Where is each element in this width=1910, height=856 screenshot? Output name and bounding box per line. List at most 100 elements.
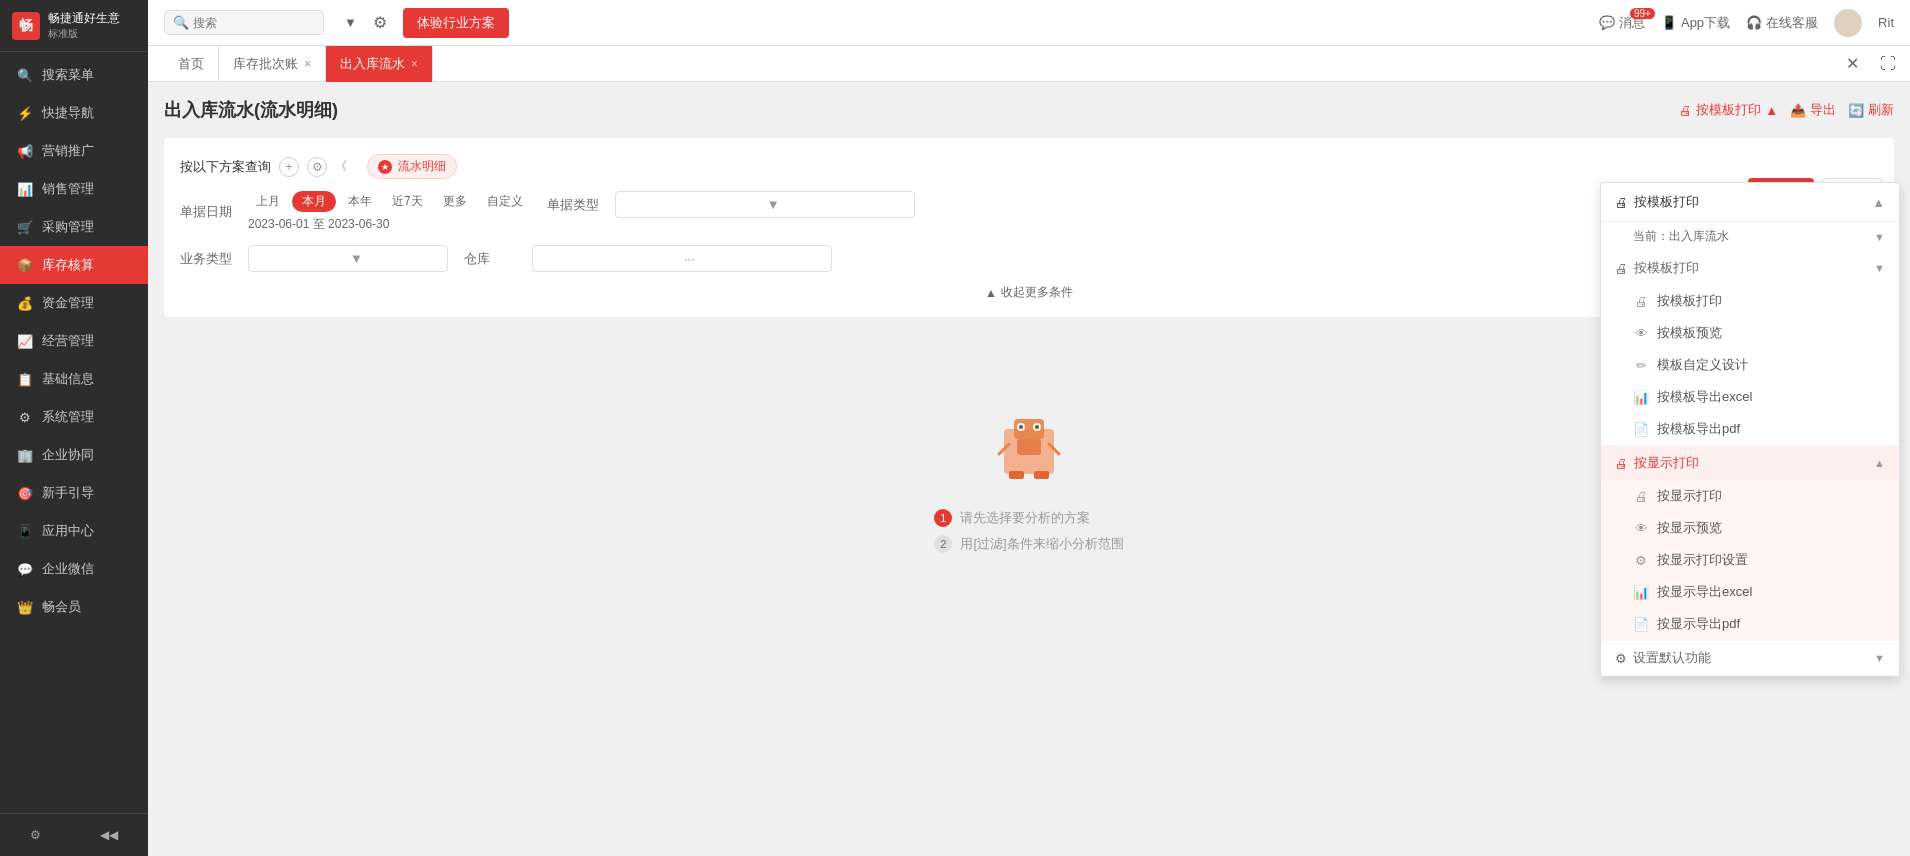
date-btn-last-month[interactable]: 上月 [248,191,288,212]
display-preview-item[interactable]: 👁 按显示预览 [1601,512,1899,544]
display-export-pdf-item[interactable]: 📄 按显示导出pdf [1601,608,1899,640]
print-dropdown-panel: 🖨 按模板打印 ▲ 当前：出入库流水 ▼ 🖨 按模板打印 [1600,182,1900,677]
filter-warehouse-select[interactable]: ··· [532,245,832,272]
display-print-item[interactable]: 🖨 按显示打印 [1601,480,1899,512]
sidebar-label-purchase: 采购管理 [42,218,94,236]
dropdown-panel-close-arrow[interactable]: ▲ [1872,195,1885,210]
filter-doctype-select[interactable]: ▼ [615,191,915,218]
filter-settings-btn[interactable]: ⚙ [307,157,327,177]
filter-add-btn[interactable]: + [279,157,299,177]
msg-badge: 99+ [1630,8,1655,19]
print-btn[interactable]: 🖨 按模板打印 ▲ [1679,101,1778,119]
template-print-section-header[interactable]: 🖨 按模板打印 ▼ [1601,251,1899,285]
display-print-icon: 🖨 [1615,456,1628,471]
dropdown-current-item[interactable]: 当前：出入库流水 ▼ [1601,222,1899,251]
refresh-btn[interactable]: 🔄 刷新 [1848,101,1894,119]
search-dropdown-icon[interactable]: ▼ [344,15,357,30]
sidebar-item-marketing[interactable]: 📢营销推广 [0,132,148,170]
logo-text: 畅捷通好生意 标准版 [48,10,120,41]
date-btn-custom[interactable]: 自定义 [479,191,531,212]
sidebar-item-member[interactable]: 👑畅会员 [0,588,148,626]
sidebar-item-wechat[interactable]: 💬企业微信 [0,550,148,588]
filter-collapse-icon[interactable]: 《 [335,158,347,175]
tab-in-out-flow-label: 出入库流水 [340,55,405,73]
search-input[interactable] [193,16,315,30]
filter-business-type-select[interactable]: ▼ [248,245,448,272]
header-service-btn[interactable]: 🎧 在线客服 [1746,14,1818,32]
print-icon: 🖨 [1679,103,1692,118]
empty-step-1: 1 请先选择要分析的方案 [934,509,1123,527]
print-panel-icon: 🖨 [1615,195,1628,210]
tab-batch-account-close[interactable]: × [304,57,311,71]
filter-doctype-label: 单据类型 [547,196,607,214]
template-print-item-1[interactable]: 🖨 按模板打印 [1601,285,1899,317]
template-print-section-title: 🖨 按模板打印 [1615,259,1699,277]
sidebar-icon-purchase: 🛒 [16,218,34,236]
sidebar-settings-btn[interactable]: ⚙ [24,822,47,848]
tab-home[interactable]: 首页 [164,46,219,82]
sidebar-item-enterprise[interactable]: 🏢 企业协同 [0,436,148,474]
tab-close-all-btn[interactable]: ✕ [1838,50,1866,78]
header-msg-btn[interactable]: 💬 消息 99+ [1599,14,1645,32]
template-export-pdf-item[interactable]: 📄 按模板导出pdf [1601,413,1899,445]
sidebar-label-marketing: 营销推广 [42,142,94,160]
template-design-item[interactable]: ✏ 模板自定义设计 [1601,349,1899,381]
tab-home-label: 首页 [178,55,204,73]
sidebar-label-finance: 资金管理 [42,294,94,312]
sidebar-icon-system: ⚙ [16,408,34,426]
display-print-settings-item[interactable]: ⚙ 按显示打印设置 [1601,544,1899,576]
sidebar-item-operations[interactable]: 📈经营管理 [0,322,148,360]
date-btn-more[interactable]: 更多 [435,191,475,212]
display-print-section-header[interactable]: 🖨 按显示打印 ▲ [1601,446,1899,480]
warehouse-more-icon[interactable]: ··· [684,251,821,266]
template-preview-item[interactable]: 👁 按模板预览 [1601,317,1899,349]
template-export-excel-icon: 📊 [1633,389,1649,405]
sidebar-icon-basic: 📋 [16,370,34,388]
step-num-1: 1 [934,509,952,527]
sidebar-label-guide: 新手引导 [42,484,94,502]
date-btn-this-year[interactable]: 本年 [340,191,380,212]
sidebar: 畅 畅捷通好生意 标准版 🔍搜索菜单⚡快捷导航📢营销推广📊销售管理🛒采购管理📦库… [0,0,148,856]
sidebar-item-system[interactable]: ⚙系统管理 [0,398,148,436]
date-btn-this-month[interactable]: 本月 [292,191,336,212]
sidebar-item-basic[interactable]: 📋基础信息 [0,360,148,398]
svg-point-4 [1019,425,1023,429]
header-gear-icon[interactable]: ⚙ [373,13,387,32]
display-print-section: 🖨 按显示打印 ▲ 🖨 按显示打印 👁 按显示预览 ⚙ [1601,446,1899,641]
sidebar-icon-enterprise: 🏢 [16,446,34,464]
main-content: 🔍 ▼ ⚙ 体验行业方案 💬 消息 99+ 📱 App下载 🎧 在 [148,0,1910,856]
filter-date-field: 单据日期 上月 本月 本年 近7天 更多 自定义 2023-06-01 至 20… [180,191,531,233]
sidebar-collapse-btn[interactable]: ◀◀ [94,822,124,848]
sidebar-item-apps[interactable]: 📱应用中心 [0,512,148,550]
default-func-section-header[interactable]: ⚙ 设置默认功能 ▼ [1601,641,1899,675]
filter-business-type-label: 业务类型 [180,250,240,268]
filter-tag-flowdetail[interactable]: ★ 流水明细 [367,154,457,179]
filter-tag-icon: ★ [378,160,392,174]
tab-in-out-flow[interactable]: 出入库流水 × [326,46,433,82]
sidebar-label-enterprise: 企业协同 [42,446,94,464]
sidebar-item-inventory[interactable]: 📦库存核算 [0,246,148,284]
tab-in-out-flow-close[interactable]: × [411,57,418,71]
display-print-section-title: 🖨 按显示打印 [1615,454,1699,472]
sidebar-item-search[interactable]: 🔍搜索菜单 [0,56,148,94]
export-btn[interactable]: 📤 导出 [1790,101,1836,119]
sidebar-item-finance[interactable]: 💰资金管理 [0,284,148,322]
page-title-row: 出入库流水(流水明细) 🖨 按模板打印 ▲ 📤 导出 🔄 刷新 [164,98,1894,122]
avatar[interactable] [1834,9,1862,37]
trial-btn[interactable]: 体验行业方案 [403,8,509,38]
template-export-excel-item[interactable]: 📊 按模板导出excel [1601,381,1899,413]
template-export-pdf-icon: 📄 [1633,421,1649,437]
date-btn-7days[interactable]: 近7天 [384,191,431,212]
tab-batch-account[interactable]: 库存批次账 × [219,46,326,82]
header-app-btn[interactable]: 📱 App下载 [1661,14,1730,32]
tab-maximize-btn[interactable]: ⛶ [1874,50,1902,78]
display-export-excel-item[interactable]: 📊 按显示导出excel [1601,576,1899,608]
header-right: 💬 消息 99+ 📱 App下载 🎧 在线客服 Rit [1599,9,1894,37]
default-func-icon: ⚙ [1615,651,1627,666]
sidebar-item-guide[interactable]: 🎯新手引导 [0,474,148,512]
sidebar-item-purchase[interactable]: 🛒 采购管理 [0,208,148,246]
username-label[interactable]: Rit [1878,15,1894,30]
sidebar-item-quick-nav[interactable]: ⚡快捷导航 [0,94,148,132]
sidebar-item-sales[interactable]: 📊销售管理 [0,170,148,208]
header-search-box[interactable]: 🔍 [164,10,324,35]
